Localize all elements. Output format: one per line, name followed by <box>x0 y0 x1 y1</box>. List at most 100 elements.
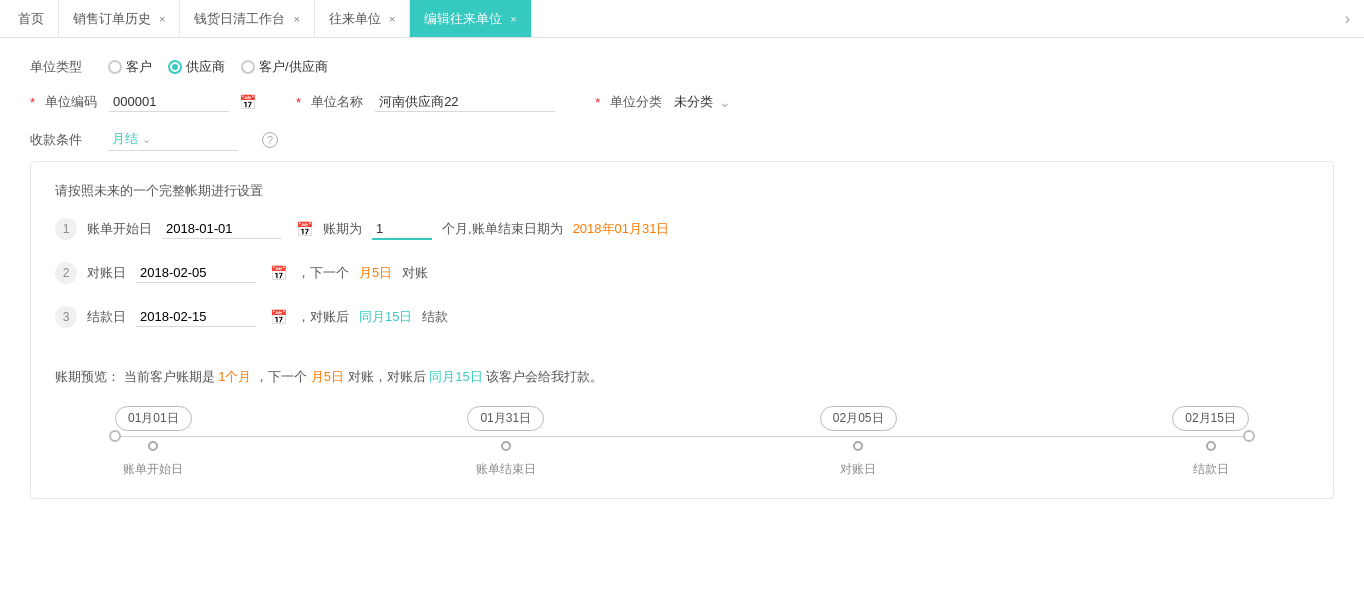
tl-point-1: 01月01日 账单开始日 <box>115 406 192 478</box>
unit-cat-select[interactable]: 未分类 ⌄ <box>674 93 731 111</box>
tl-pill-2: 01月31日 <box>467 406 544 431</box>
tab-partners-close[interactable]: × <box>389 13 395 25</box>
unit-code-label: 单位编码 <box>45 93 97 111</box>
tab-home[interactable]: 首页 <box>4 0 59 37</box>
tl-pill-4: 02月15日 <box>1172 406 1249 431</box>
row2-label: 对账日 <box>87 264 126 282</box>
tab-edit-partner-close[interactable]: × <box>510 13 516 25</box>
payment-select[interactable]: 月结 ⌄ <box>108 128 238 151</box>
row1-label: 账单开始日 <box>87 220 152 238</box>
radio-group: 客户 供应商 客户/供应商 <box>108 58 328 76</box>
info-row: * 单位编码 📅 * 单位名称 * 单位分类 未分类 ⌄ <box>30 92 1334 112</box>
unit-name-input[interactable] <box>375 92 555 112</box>
tl-pill-3: 02月05日 <box>820 406 897 431</box>
payment-chevron-icon: ⌄ <box>142 133 151 146</box>
tl-dot-3 <box>853 441 863 451</box>
required-star-name: * <box>296 95 301 110</box>
unit-code-group: * 单位编码 📅 <box>30 92 256 112</box>
tab-more-button[interactable]: › <box>1335 0 1360 37</box>
timeline: 01月01日 账单开始日 01月31日 账单结束日 02月05日 对账 <box>55 406 1309 478</box>
tl-pill-1: 01月01日 <box>115 406 192 431</box>
tl-point-2: 01月31日 账单结束日 <box>467 406 544 478</box>
row2-suffix-post: 对账 <box>402 264 428 282</box>
tab-bar: 首页 销售订单历史 × 钱货日清工作台 × 往来单位 × 编辑往来单位 × › <box>0 0 1364 38</box>
tl-label-1: 账单开始日 <box>123 461 183 478</box>
row3-teal: 同月15日 <box>359 308 412 326</box>
unit-name-group: * 单位名称 <box>296 92 555 112</box>
calendar-icon-row3[interactable]: 📅 <box>270 309 287 325</box>
tl-label-2: 账单结束日 <box>476 461 536 478</box>
settings-panel: 请按照未来的一个完整帐期进行设置 1 账单开始日 📅 账期为 个月,账单结束日期… <box>30 161 1334 499</box>
preview-text-row: 账期预览： 当前客户账期是 1个月 ，下一个 月5日 对账，对账后 同月15日 … <box>55 368 1309 386</box>
tl-right-dot <box>1243 430 1255 442</box>
calendar-icon-row1[interactable]: 📅 <box>296 221 313 237</box>
setting-row-3: 3 结款日 📅 ，对账后 同月15日 结款 <box>55 306 1309 328</box>
preview-highlight3: 同月15日 <box>429 369 482 384</box>
calendar-icon-code[interactable]: 📅 <box>239 94 256 110</box>
row3-suffix-pre: ，对账后 <box>297 308 349 326</box>
preview-section: 账期预览： 当前客户账期是 1个月 ，下一个 月5日 对账，对账后 同月15日 … <box>55 350 1309 478</box>
payment-row: 收款条件 月结 ⌄ ? <box>30 128 1334 151</box>
unit-code-input[interactable] <box>109 92 229 112</box>
preview-highlight2: 月5日 <box>311 369 344 384</box>
tl-label-3: 对账日 <box>840 461 876 478</box>
row3-date-input[interactable] <box>136 307 256 327</box>
period-input[interactable] <box>372 219 432 240</box>
unit-cat-label: 单位分类 <box>610 93 662 111</box>
unit-type-row: 单位类型 客户 供应商 客户/供应商 <box>30 58 1334 76</box>
unit-cat-group: * 单位分类 未分类 ⌄ <box>595 93 731 111</box>
radio-supplier-label: 供应商 <box>186 58 225 76</box>
tab-home-label: 首页 <box>18 10 44 28</box>
tl-dot-4 <box>1206 441 1216 451</box>
tab-sales-history-label: 销售订单历史 <box>73 10 151 28</box>
calendar-icon-row2[interactable]: 📅 <box>270 265 287 281</box>
tl-left-dot <box>109 430 121 442</box>
row2-orange: 月5日 <box>359 264 392 282</box>
required-star-cat: * <box>595 95 600 110</box>
tab-partners-label: 往来单位 <box>329 10 381 28</box>
main-content: 单位类型 客户 供应商 客户/供应商 * 单位编码 📅 * 单位名称 <box>0 38 1364 608</box>
tab-cash-desk-close[interactable]: × <box>293 13 299 25</box>
radio-supplier[interactable]: 供应商 <box>168 58 225 76</box>
radio-customer-circle <box>108 60 122 74</box>
setting-row-1: 1 账单开始日 📅 账期为 个月,账单结束日期为 2018年01月31日 <box>55 218 1309 240</box>
tab-edit-partner-label: 编辑往来单位 <box>424 10 502 28</box>
tl-points-row: 01月01日 账单开始日 01月31日 账单结束日 02月05日 对账 <box>95 406 1269 478</box>
tab-sales-history[interactable]: 销售订单历史 × <box>59 0 180 37</box>
help-icon[interactable]: ? <box>262 132 278 148</box>
tab-more-icon: › <box>1345 10 1350 28</box>
required-star-code: * <box>30 95 35 110</box>
tab-edit-partner[interactable]: 编辑往来单位 × <box>410 0 531 37</box>
row1-date-input[interactable] <box>162 219 282 239</box>
chevron-down-icon: ⌄ <box>719 94 731 110</box>
unit-cat-value: 未分类 <box>674 93 713 111</box>
tab-sales-history-close[interactable]: × <box>159 13 165 25</box>
preview-text-4: 该客户会给我打款。 <box>486 369 603 384</box>
preview-label: 账期预览： <box>55 369 120 384</box>
preview-text-2: ，下一个 <box>255 369 307 384</box>
row1-end-date: 2018年01月31日 <box>573 220 670 238</box>
preview-text-3: 对账，对账后 <box>348 369 426 384</box>
row2-date-input[interactable] <box>136 263 256 283</box>
row-num-1: 1 <box>55 218 77 240</box>
radio-both[interactable]: 客户/供应商 <box>241 58 328 76</box>
tl-point-3: 02月05日 对账日 <box>820 406 897 478</box>
row-num-2: 2 <box>55 262 77 284</box>
tab-partners[interactable]: 往来单位 × <box>315 0 410 37</box>
row1-suffix-before: 账期为 <box>323 220 362 238</box>
payment-label: 收款条件 <box>30 131 82 149</box>
unit-name-label: 单位名称 <box>311 93 363 111</box>
radio-both-circle <box>241 60 255 74</box>
setting-row-2: 2 对账日 📅 ，下一个月5日 对账 <box>55 262 1309 284</box>
row1-suffix: 个月,账单结束日期为 <box>442 220 563 238</box>
radio-supplier-circle <box>168 60 182 74</box>
radio-customer-label: 客户 <box>126 58 152 76</box>
radio-both-label: 客户/供应商 <box>259 58 328 76</box>
tab-cash-desk[interactable]: 钱货日清工作台 × <box>180 0 314 37</box>
row3-suffix-post: 结款 <box>422 308 448 326</box>
row-num-3: 3 <box>55 306 77 328</box>
tab-cash-desk-label: 钱货日清工作台 <box>194 10 285 28</box>
radio-customer[interactable]: 客户 <box>108 58 152 76</box>
row3-label: 结款日 <box>87 308 126 326</box>
preview-text-1: 当前客户账期是 <box>124 369 215 384</box>
